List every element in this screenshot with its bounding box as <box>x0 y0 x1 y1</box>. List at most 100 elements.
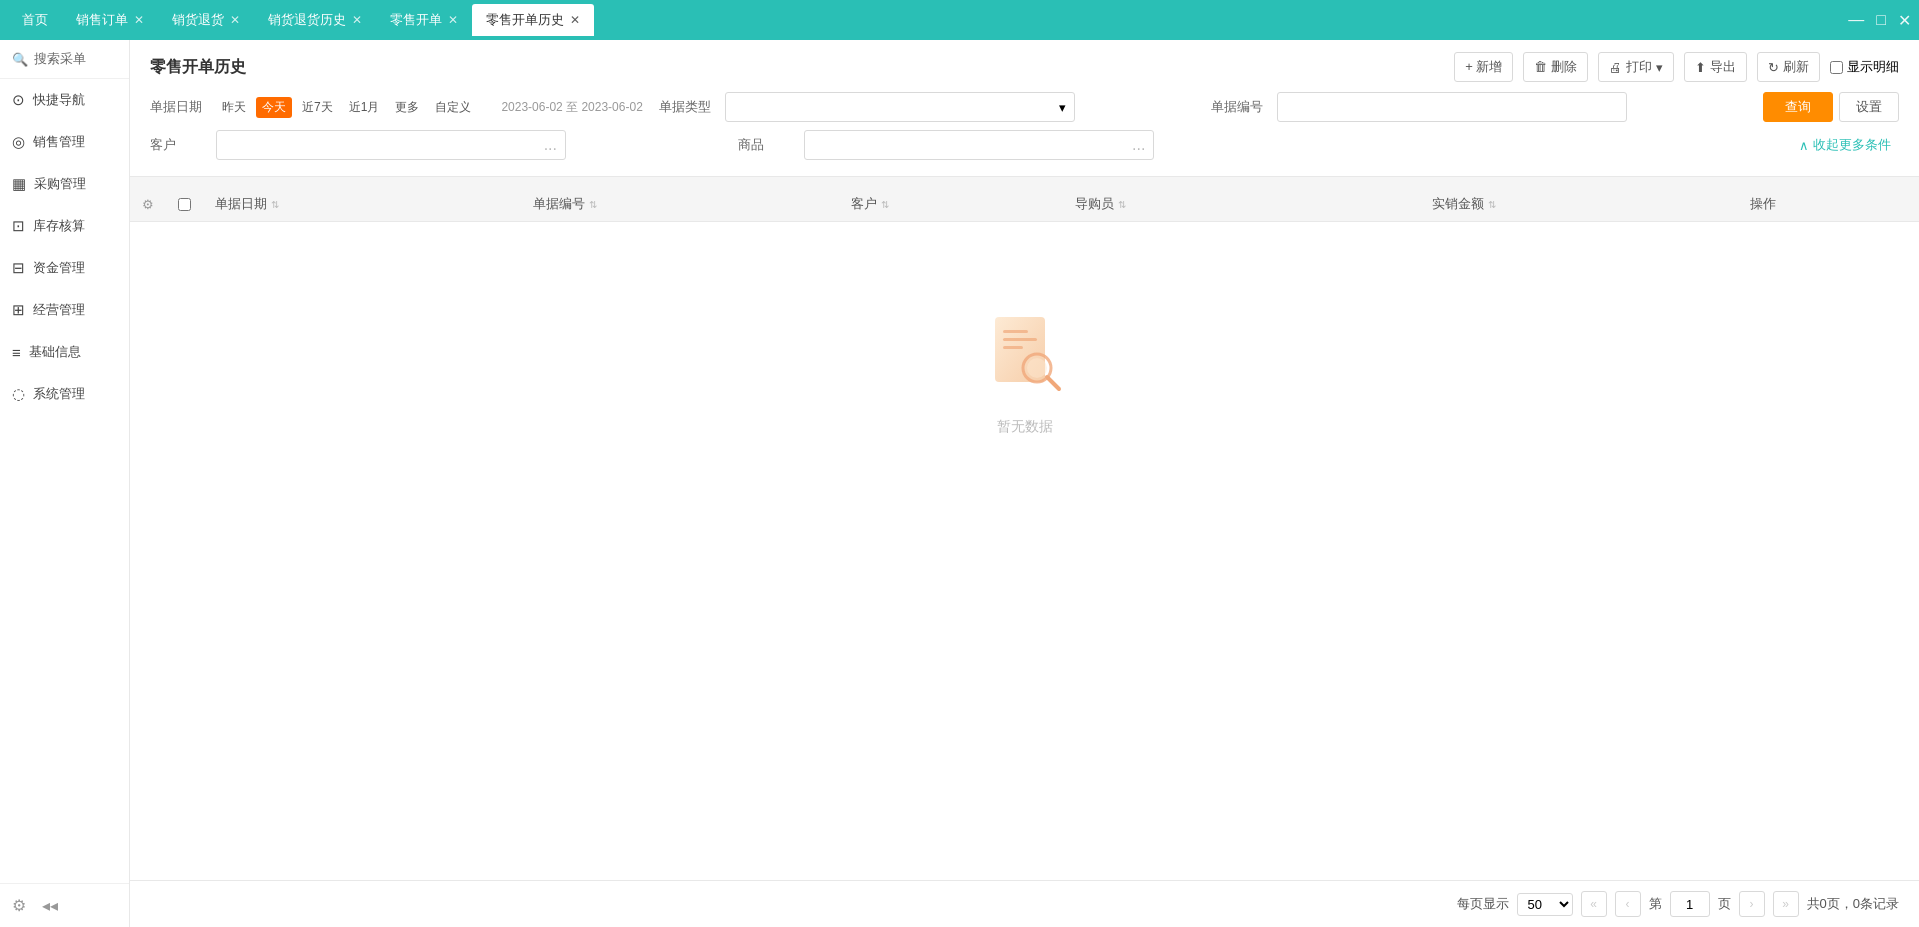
tab-retail-open-history-close[interactable]: ✕ <box>570 13 580 27</box>
collapse-button[interactable]: ∧ 收起更多条件 <box>1791 134 1899 156</box>
tab-sales-return[interactable]: 销货退货 ✕ <box>158 4 254 36</box>
th-customer-sort[interactable]: 客户 ⇅ <box>851 195 1051 213</box>
close-button[interactable]: ✕ <box>1898 11 1911 30</box>
sidebar-item-quick-nav-label: 快捷导航 <box>33 91 85 109</box>
table-settings-icon[interactable]: ⚙ <box>142 197 154 212</box>
customer-input[interactable] <box>225 138 540 153</box>
tab-sales-return-history[interactable]: 销货退货历史 ✕ <box>254 4 376 36</box>
print-button[interactable]: 🖨 打印 ▾ <box>1598 52 1674 82</box>
sidebar-item-sales-mgmt[interactable]: ◎ 销售管理 <box>0 121 129 163</box>
customer-input-wrap[interactable]: ... <box>216 130 566 160</box>
display-detail-checkbox[interactable] <box>1830 61 1843 74</box>
th-action: 操作 <box>1738 187 1919 222</box>
finance-icon: ⊟ <box>12 259 25 277</box>
minimize-button[interactable]: — <box>1848 11 1864 29</box>
goods-label: 商品 <box>738 136 798 154</box>
maximize-button[interactable]: □ <box>1876 11 1886 29</box>
svg-rect-3 <box>1003 346 1023 349</box>
delete-button[interactable]: 🗑 删除 <box>1523 52 1588 82</box>
tab-retail-open-label: 零售开单 <box>390 11 442 29</box>
th-check <box>166 187 203 222</box>
date-opt-custom[interactable]: 自定义 <box>429 97 477 118</box>
export-button[interactable]: ⬆ 导出 <box>1684 52 1747 82</box>
search-icon: 🔍 <box>12 52 28 67</box>
total-info: 共0页，0条记录 <box>1807 895 1899 913</box>
sidebar-item-base-info[interactable]: ≡ 基础信息 <box>0 331 129 373</box>
query-btn-group: 查询 设置 <box>1763 92 1899 122</box>
th-date: 单据日期 ⇅ <box>203 187 521 222</box>
th-date-sort[interactable]: 单据日期 ⇅ <box>215 195 509 213</box>
first-page-button[interactable]: « <box>1581 891 1607 917</box>
sidebar-item-inventory[interactable]: ⊡ 库存核算 <box>0 205 129 247</box>
sidebar-item-quick-nav[interactable]: ⊙ 快捷导航 <box>0 79 129 121</box>
tab-retail-open-close[interactable]: ✕ <box>448 13 458 27</box>
tab-sales-return-history-close[interactable]: ✕ <box>352 13 362 27</box>
doc-type-arrow-icon: ▾ <box>1059 100 1066 115</box>
empty-text: 暂无数据 <box>997 418 1053 436</box>
print-label: 打印 <box>1626 58 1652 76</box>
page-number-input[interactable] <box>1670 891 1710 917</box>
add-button[interactable]: + 新增 <box>1454 52 1513 82</box>
customer-label: 客户 <box>150 136 210 154</box>
svg-line-4 <box>1047 377 1059 389</box>
date-options: 昨天 今天 近7天 近1月 更多 自定义 <box>216 97 477 118</box>
tab-sales-order-close[interactable]: ✕ <box>134 13 144 27</box>
doc-type-label: 单据类型 <box>659 98 719 116</box>
th-doc-no-sort[interactable]: 单据编号 ⇅ <box>533 195 827 213</box>
table-area: ⚙ 单据日期 ⇅ <box>130 187 1919 880</box>
th-customer-label: 客户 <box>851 195 877 213</box>
sidebar-item-finance[interactable]: ⊟ 资金管理 <box>0 247 129 289</box>
per-page-select[interactable]: 20 50 100 200 <box>1517 893 1573 916</box>
tab-sales-return-close[interactable]: ✕ <box>230 13 240 27</box>
th-date-label: 单据日期 <box>215 195 267 213</box>
sidebar-search[interactable]: 🔍 搜索采单 <box>0 40 129 79</box>
select-all-checkbox[interactable] <box>178 198 191 211</box>
sidebar-item-system[interactable]: ◌ 系统管理 <box>0 373 129 415</box>
sidebar-item-operations[interactable]: ⊞ 经营管理 <box>0 289 129 331</box>
date-opt-last1m[interactable]: 近1月 <box>343 97 386 118</box>
th-guide-sort[interactable]: 导购员 ⇅ <box>1075 195 1322 213</box>
date-opt-today[interactable]: 今天 <box>256 97 292 118</box>
content-area: 零售开单历史 + 新增 🗑 删除 🖨 打印 ▾ ⬆ 导出 ↻ <box>130 40 1919 927</box>
table-header-row: ⚙ 单据日期 ⇅ <box>130 187 1919 222</box>
date-filter-group: 单据日期 昨天 今天 近7天 近1月 更多 自定义 2023-06-02 至 2… <box>150 97 643 118</box>
display-detail-toggle[interactable]: 显示明细 <box>1830 58 1899 76</box>
th-guide-sort-icon: ⇅ <box>1118 199 1126 210</box>
page-title: 零售开单历史 <box>150 57 246 78</box>
main-layout: 🔍 搜索采单 ⊙ 快捷导航 ◎ 销售管理 ▦ 采购管理 ⊡ 库存核算 ⊟ 资金管… <box>0 40 1919 927</box>
sidebar-collapse-btn[interactable]: ◂◂ <box>42 896 58 915</box>
th-amount-sort[interactable]: 实销金额 ⇅ <box>1432 195 1726 213</box>
doc-no-input[interactable] <box>1286 100 1618 115</box>
page-header-section: 零售开单历史 + 新增 🗑 删除 🖨 打印 ▾ ⬆ 导出 ↻ <box>130 40 1919 177</box>
tab-home[interactable]: 首页 <box>8 4 62 36</box>
doc-no-input-wrap[interactable] <box>1277 92 1627 122</box>
data-table: ⚙ 单据日期 ⇅ <box>130 187 1919 516</box>
settings-button[interactable]: 设置 <box>1839 92 1899 122</box>
th-action-label: 操作 <box>1750 196 1776 211</box>
date-opt-last7[interactable]: 近7天 <box>296 97 339 118</box>
table-header: ⚙ 单据日期 ⇅ <box>130 187 1919 222</box>
th-customer-sort-icon: ⇅ <box>881 199 889 210</box>
sidebar-settings-btn[interactable]: ⚙ <box>12 896 26 915</box>
tab-retail-open-history[interactable]: 零售开单历史 ✕ <box>472 4 594 36</box>
date-opt-more[interactable]: 更多 <box>389 97 425 118</box>
goods-input-wrap[interactable]: ... <box>804 130 1154 160</box>
refresh-button[interactable]: ↻ 刷新 <box>1757 52 1820 82</box>
customer-dots-icon[interactable]: ... <box>544 136 557 154</box>
th-doc-no-label: 单据编号 <box>533 195 585 213</box>
sidebar-item-purchase-mgmt[interactable]: ▦ 采购管理 <box>0 163 129 205</box>
query-button[interactable]: 查询 <box>1763 92 1833 122</box>
date-opt-yesterday[interactable]: 昨天 <box>216 97 252 118</box>
next-page-button[interactable]: › <box>1739 891 1765 917</box>
tab-retail-open[interactable]: 零售开单 ✕ <box>376 4 472 36</box>
purchase-mgmt-icon: ▦ <box>12 175 26 193</box>
goods-input[interactable] <box>813 138 1128 153</box>
tab-sales-order[interactable]: 销售订单 ✕ <box>62 4 158 36</box>
export-label: 导出 <box>1710 58 1736 76</box>
doc-type-select[interactable]: ▾ <box>725 92 1075 122</box>
last-page-button[interactable]: » <box>1773 891 1799 917</box>
goods-dots-icon[interactable]: ... <box>1132 136 1145 154</box>
prev-page-button[interactable]: ‹ <box>1615 891 1641 917</box>
empty-illustration <box>975 302 1075 402</box>
th-amount-label: 实销金额 <box>1432 195 1484 213</box>
